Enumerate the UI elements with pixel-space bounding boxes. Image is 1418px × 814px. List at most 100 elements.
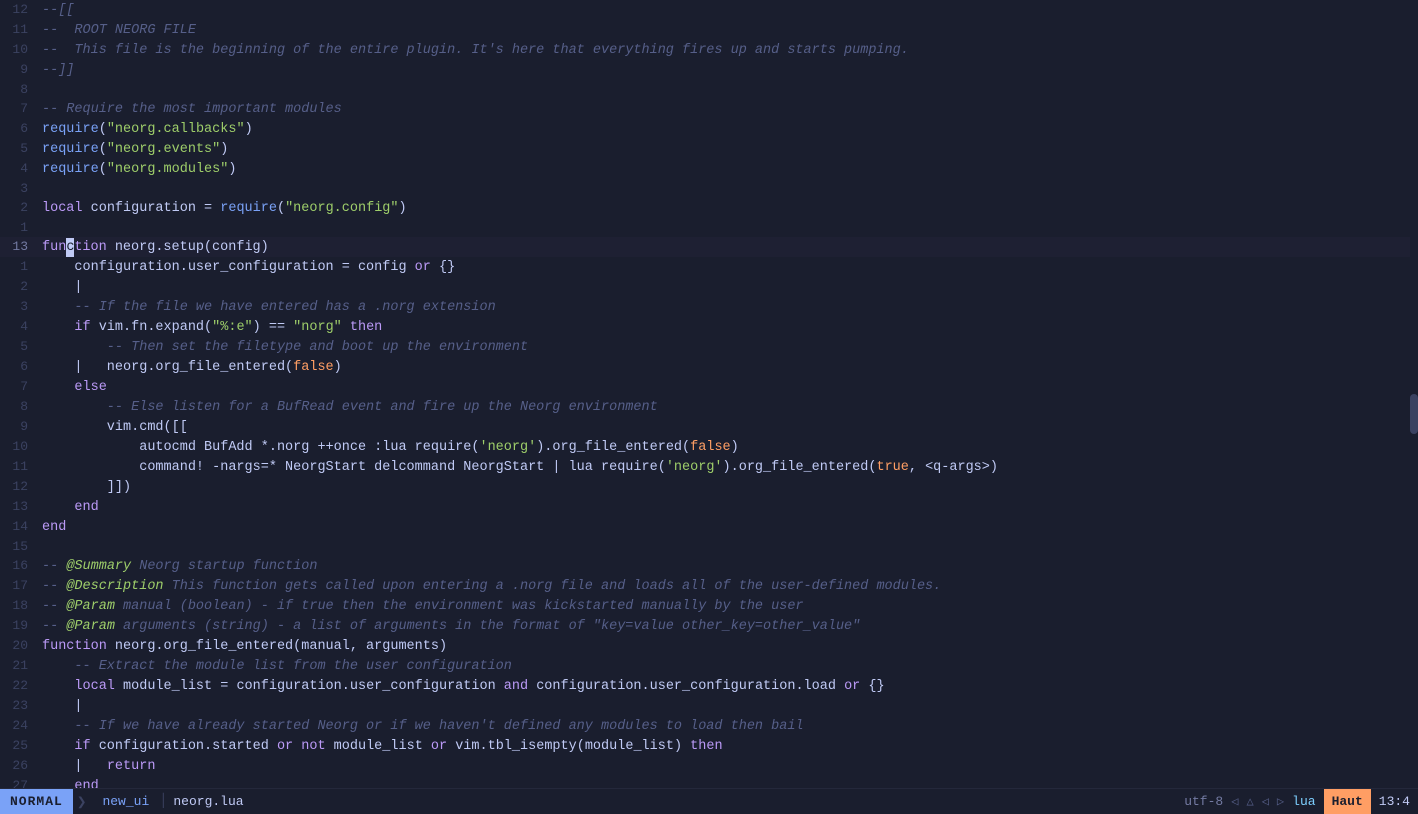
line-text: configuration.user_configuration = confi… <box>38 258 1418 277</box>
code-line: 21 -- Extract the module list from the u… <box>0 656 1418 676</box>
line-number: 10 <box>0 437 38 456</box>
token: This function gets called upon entering … <box>164 579 942 594</box>
token: ) <box>220 142 228 157</box>
line-number: 9 <box>0 60 38 79</box>
token: then <box>690 739 722 754</box>
line-number: 22 <box>0 676 38 695</box>
lines-container: 12--[[11-- ROOT NEORG FILE10-- This file… <box>0 0 1418 788</box>
line-text: require("neorg.callbacks") <box>38 120 1418 139</box>
line-number: 6 <box>0 357 38 376</box>
token: require <box>42 122 99 137</box>
token: false <box>293 360 334 375</box>
code-line: 24 -- If we have already started Neorg o… <box>0 716 1418 736</box>
line-number: 20 <box>0 636 38 655</box>
token: configuration.user_configuration.load <box>528 679 844 694</box>
code-line: 1 <box>0 218 1418 237</box>
token <box>42 779 74 788</box>
line-number: 5 <box>0 139 38 158</box>
line-number: 6 <box>0 119 38 138</box>
scrollbar[interactable] <box>1410 0 1418 788</box>
token: Neorg startup function <box>131 559 317 574</box>
code-line: 10 autocmd BufAdd *.norg ++once :lua req… <box>0 437 1418 457</box>
line-text: | <box>38 697 1418 716</box>
token: else <box>74 380 106 395</box>
code-line: 16-- @Summary Neorg startup function <box>0 556 1418 576</box>
token: end <box>42 520 66 535</box>
token: then <box>342 320 383 335</box>
line-text: if configuration.started or not module_l… <box>38 737 1418 756</box>
token: require <box>220 201 277 216</box>
token: manual (boolean) - if true then the envi… <box>115 599 804 614</box>
line-text: command! -nargs=* NeorgStart delcommand … <box>38 458 1418 477</box>
code-line: 8 <box>0 80 1418 99</box>
token: or <box>277 739 293 754</box>
token: @Param <box>66 599 115 614</box>
token: ) <box>245 122 253 137</box>
scroll-label: Haut <box>1324 789 1371 814</box>
token: ) <box>228 162 236 177</box>
line-number: 23 <box>0 696 38 715</box>
token: ) <box>334 360 342 375</box>
line-number: 15 <box>0 537 38 556</box>
token: -- <box>42 579 66 594</box>
code-line: 19-- @Param arguments (string) - a list … <box>0 616 1418 636</box>
code-line: 2local configuration = require("neorg.co… <box>0 198 1418 218</box>
token: ( <box>99 142 107 157</box>
code-line: 3 <box>0 179 1418 198</box>
token: configuration.started <box>91 739 277 754</box>
code-line: 10-- This file is the beginning of the e… <box>0 40 1418 60</box>
token: vim.fn.expand( <box>91 320 213 335</box>
scrollbar-thumb[interactable] <box>1410 394 1418 434</box>
line-text: -- This file is the beginning of the ent… <box>38 41 1418 60</box>
token: @Param <box>66 619 115 634</box>
line-text: -- If the file we have entered has a .no… <box>38 298 1418 317</box>
code-line: 11 command! -nargs=* NeorgStart delcomma… <box>0 457 1418 477</box>
line-number: 14 <box>0 517 38 536</box>
line-text: | return <box>38 757 1418 776</box>
token: if <box>74 320 90 335</box>
line-number: 3 <box>0 297 38 316</box>
line-number: 7 <box>0 377 38 396</box>
code-line: 14 end <box>0 517 1418 537</box>
token: function <box>42 639 107 654</box>
token: , <q-args>) <box>909 460 998 475</box>
token: -- <box>42 599 66 614</box>
token: "neorg.callbacks" <box>107 122 245 137</box>
line-text: -- @Summary Neorg startup function <box>38 557 1418 576</box>
line-number: 13 <box>0 497 38 516</box>
line-text: require("neorg.modules") <box>38 160 1418 179</box>
code-line: 11-- ROOT NEORG FILE <box>0 20 1418 40</box>
statusbar: NORMAL ❯ new_ui │ neorg.lua utf-8 ◁ △ ◁ … <box>0 788 1418 814</box>
token: ) == <box>253 320 294 335</box>
line-text: -- @Param arguments (string) - a list of… <box>38 617 1418 636</box>
code-area[interactable]: 12--[[11-- ROOT NEORG FILE10-- This file… <box>0 0 1418 788</box>
filename: neorg.lua <box>173 794 251 809</box>
line-number: 13 <box>0 237 38 256</box>
filetype: lua <box>1292 794 1315 809</box>
code-line: 9 vim.cmd([[ <box>0 417 1418 437</box>
line-number: 10 <box>0 40 38 59</box>
token: ( <box>99 122 107 137</box>
code-line: 12 ]]) <box>0 477 1418 497</box>
arrow4-icon: ▷ <box>1277 794 1284 809</box>
token: neorg.setup(config) <box>107 240 269 255</box>
line-text: -- Then set the filetype and boot up the… <box>38 338 1418 357</box>
line-text: -- Require the most important modules <box>38 100 1418 119</box>
token: ( <box>99 162 107 177</box>
code-line: 25 if configuration.started or not modul… <box>0 736 1418 756</box>
line-text: end <box>38 777 1418 788</box>
line-text: -- @Param manual (boolean) - if true the… <box>38 597 1418 616</box>
line-text: | neorg.org_file_entered(false) <box>38 358 1418 377</box>
token: end <box>74 500 98 515</box>
token: and <box>504 679 528 694</box>
line-number: 5 <box>0 337 38 356</box>
line-number: 21 <box>0 656 38 675</box>
token: -- <box>42 559 66 574</box>
token: return <box>107 759 156 774</box>
token <box>42 500 74 515</box>
line-number: 7 <box>0 99 38 118</box>
code-line: 6 | neorg.org_file_entered(false) <box>0 357 1418 377</box>
token: tion <box>74 240 106 255</box>
line-number: 8 <box>0 397 38 416</box>
line-number: 11 <box>0 20 38 39</box>
